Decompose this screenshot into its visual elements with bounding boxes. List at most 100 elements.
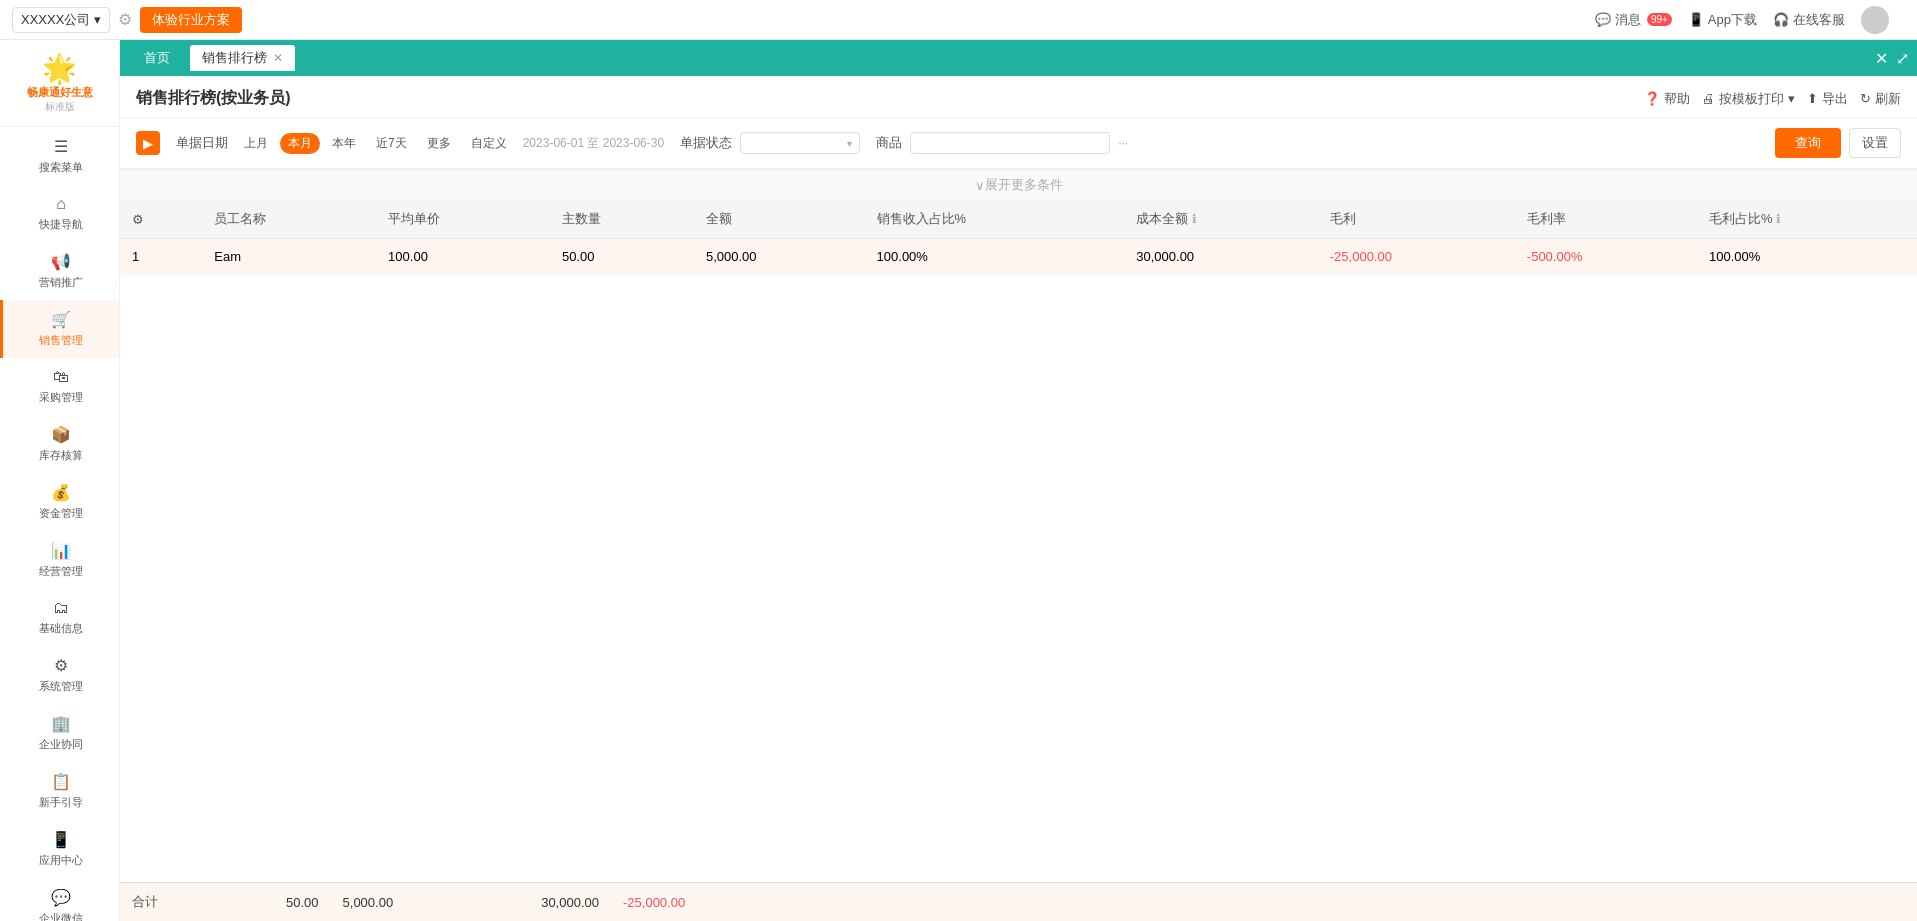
table-container: ⚙ 员工名称 平均单价 主数量 全额 销售收入占比% 成本全额 ℹ 毛利 bbox=[120, 200, 1917, 882]
goods-input[interactable] bbox=[910, 132, 1110, 154]
message-button[interactable]: 💬 消息 99+ bbox=[1595, 11, 1672, 29]
table-row: 1 Eam 100.00 50.00 5,000.00 100.00% 30,0… bbox=[120, 239, 1917, 275]
refresh-button[interactable]: ↻ 刷新 bbox=[1860, 90, 1901, 108]
cell-sales-ratio: 100.00% bbox=[865, 239, 1125, 275]
bag-icon: 🛍 bbox=[53, 368, 69, 386]
footer-total-label: 合计 bbox=[132, 893, 158, 911]
filter-bar: ▶ 单据日期 上月 本月 本年 近7天 更多 自定义 2023-06-01 至 … bbox=[120, 118, 1917, 169]
col-gross-rate: 毛利率 bbox=[1515, 200, 1697, 239]
home-icon: ⌂ bbox=[56, 195, 66, 213]
building-icon: 🏢 bbox=[51, 714, 71, 733]
date-opt-custom[interactable]: 自定义 bbox=[463, 133, 515, 154]
guide-icon: 📋 bbox=[51, 772, 71, 791]
megaphone-icon: 📢 bbox=[51, 252, 71, 271]
sidebar-item-system[interactable]: ⚙ 系统管理 bbox=[0, 646, 119, 704]
goods-filter-group: 商品 ··· bbox=[876, 132, 1128, 154]
cart-icon: 🛒 bbox=[51, 310, 71, 329]
logo-icon: 🌟 bbox=[42, 52, 77, 85]
top-bar: XXXXX公司 ▾ ⚙ 体验行业方案 💬 消息 99+ 📱 App下载 🎧 在线… bbox=[0, 0, 1917, 40]
cell-rank: 1 bbox=[120, 239, 202, 275]
avatar[interactable] bbox=[1861, 6, 1889, 34]
sidebar-item-marketing[interactable]: 📢 营销推广 bbox=[0, 242, 119, 300]
settings-button[interactable]: 设置 bbox=[1849, 128, 1901, 158]
page-title: 销售排行榜(按业务员) bbox=[136, 88, 291, 109]
trial-button[interactable]: 体验行业方案 bbox=[140, 7, 242, 33]
settings-col-icon: ⚙ bbox=[132, 212, 144, 227]
search-icon: ☰ bbox=[54, 137, 68, 156]
sidebar-item-search[interactable]: ☰ 搜索菜单 bbox=[0, 127, 119, 185]
main-layout: 🌟 畅康通好生意 标准版 ☰ 搜索菜单 ⌂ 快捷导航 📢 营销推广 🛒 销售管理… bbox=[0, 40, 1917, 921]
help-button[interactable]: ❓ 帮助 bbox=[1644, 90, 1690, 108]
template-print-button[interactable]: 🖨 按模板打印 ▾ bbox=[1702, 90, 1795, 108]
sidebar-item-wechat[interactable]: 💬 企业微信 bbox=[0, 878, 119, 921]
cell-amount: 5,000.00 bbox=[694, 239, 865, 275]
expand-more-button[interactable]: ∨ 展开更多条件 bbox=[120, 169, 1917, 200]
gear-settings-icon: ⚙ bbox=[54, 656, 68, 675]
app-download-button[interactable]: 📱 App下载 bbox=[1688, 11, 1757, 29]
date-opt-more[interactable]: 更多 bbox=[419, 133, 459, 154]
query-button[interactable]: 查询 bbox=[1775, 128, 1841, 158]
sidebar-item-enterprise[interactable]: 🏢 企业协同 bbox=[0, 704, 119, 762]
table-header-row: ⚙ 员工名称 平均单价 主数量 全额 销售收入占比% 成本全额 ℹ 毛利 bbox=[120, 200, 1917, 239]
sidebar-item-finance[interactable]: 💰 资金管理 bbox=[0, 473, 119, 531]
date-opt-last-month[interactable]: 上月 bbox=[236, 133, 276, 154]
sidebar: 🌟 畅康通好生意 标准版 ☰ 搜索菜单 ⌂ 快捷导航 📢 营销推广 🛒 销售管理… bbox=[0, 40, 120, 921]
col-gross-ratio: 毛利占比% ℹ bbox=[1697, 200, 1917, 239]
logo-name: 畅康通好生意 bbox=[27, 85, 93, 100]
footer-amount: 5,000.00 bbox=[343, 895, 394, 910]
cell-gross: -25,000.00 bbox=[1318, 239, 1515, 275]
top-right-actions: 💬 消息 99+ 📱 App下载 🎧 在线客服 bbox=[1595, 6, 1905, 34]
sidebar-item-inventory[interactable]: 📦 库存核算 bbox=[0, 415, 119, 473]
chart-icon: 📊 bbox=[51, 541, 71, 560]
tab-close-icon[interactable]: ✕ bbox=[273, 51, 283, 65]
company-selector[interactable]: XXXXX公司 ▾ bbox=[12, 7, 110, 33]
maximize-icon[interactable]: ⤢ bbox=[1896, 49, 1909, 68]
col-qty: 主数量 bbox=[550, 200, 694, 239]
sales-ranking-table: ⚙ 员工名称 平均单价 主数量 全额 销售收入占比% 成本全额 ℹ 毛利 bbox=[120, 200, 1917, 275]
sidebar-item-purchase[interactable]: 🛍 采购管理 bbox=[0, 358, 119, 415]
logo-sub: 标准版 bbox=[45, 100, 75, 114]
export-button[interactable]: ⬆ 导出 bbox=[1807, 90, 1848, 108]
gear-icon[interactable]: ⚙ bbox=[118, 10, 132, 29]
sidebar-item-apps[interactable]: 📱 应用中心 bbox=[0, 820, 119, 878]
col-gross: 毛利 bbox=[1318, 200, 1515, 239]
footer-qty: 50.00 bbox=[286, 895, 319, 910]
refresh-icon: ↻ bbox=[1860, 91, 1871, 106]
goods-label: 商品 bbox=[876, 134, 902, 152]
cost-info-icon[interactable]: ℹ bbox=[1192, 212, 1197, 226]
money-icon: 💰 bbox=[51, 483, 71, 502]
cell-gross-ratio: 100.00% bbox=[1697, 239, 1917, 275]
phone-apps-icon: 📱 bbox=[51, 830, 71, 849]
page-content: 销售排行榜(按业务员) ❓ 帮助 🖨 按模板打印 ▾ ⬆ 导出 bbox=[120, 76, 1917, 921]
date-opt-7days[interactable]: 近7天 bbox=[368, 133, 415, 154]
col-name: 员工名称 bbox=[202, 200, 376, 239]
tab-sales-ranking[interactable]: 销售排行榜 ✕ bbox=[190, 45, 295, 71]
col-settings[interactable]: ⚙ bbox=[120, 200, 202, 239]
sidebar-item-sales[interactable]: 🛒 销售管理 bbox=[0, 300, 119, 358]
footer-cost: 30,000.00 bbox=[541, 895, 599, 910]
message-icon: 💬 bbox=[1595, 12, 1611, 27]
date-opt-this-year[interactable]: 本年 bbox=[324, 133, 364, 154]
sidebar-item-operation[interactable]: 📊 经营管理 bbox=[0, 531, 119, 589]
more-filters-icon[interactable]: ··· bbox=[1118, 136, 1128, 150]
date-opt-this-month[interactable]: 本月 bbox=[280, 133, 320, 154]
sidebar-item-basic[interactable]: 🗂 基础信息 bbox=[0, 589, 119, 646]
status-select[interactable] bbox=[740, 132, 860, 154]
filter-toggle-button[interactable]: ▶ bbox=[136, 131, 160, 155]
phone-icon: 📱 bbox=[1688, 12, 1704, 27]
chevron-down-icon: ▾ bbox=[94, 12, 101, 27]
tab-bar: 首页 销售排行榜 ✕ ✕ ⤢ bbox=[120, 40, 1917, 76]
table-footer: 合计 50.00 5,000.00 30,000.00 -25,000.00 bbox=[120, 882, 1917, 921]
col-avg-price: 平均单价 bbox=[376, 200, 550, 239]
gross-ratio-info-icon[interactable]: ℹ bbox=[1776, 212, 1781, 226]
sidebar-item-quick-nav[interactable]: ⌂ 快捷导航 bbox=[0, 185, 119, 242]
cell-avg-price: 100.00 bbox=[376, 239, 550, 275]
tab-home[interactable]: 首页 bbox=[128, 45, 186, 71]
page-header: 销售排行榜(按业务员) ❓ 帮助 🖨 按模板打印 ▾ ⬆ 导出 bbox=[120, 76, 1917, 118]
headset-icon: 🎧 bbox=[1773, 12, 1789, 27]
online-service-button[interactable]: 🎧 在线客服 bbox=[1773, 11, 1845, 29]
date-options: 上月 本月 本年 近7天 更多 自定义 bbox=[236, 133, 515, 154]
close-window-icon[interactable]: ✕ bbox=[1875, 49, 1888, 68]
date-range-display: 2023-06-01 至 2023-06-30 bbox=[523, 135, 664, 152]
sidebar-item-guide[interactable]: 📋 新手引导 bbox=[0, 762, 119, 820]
